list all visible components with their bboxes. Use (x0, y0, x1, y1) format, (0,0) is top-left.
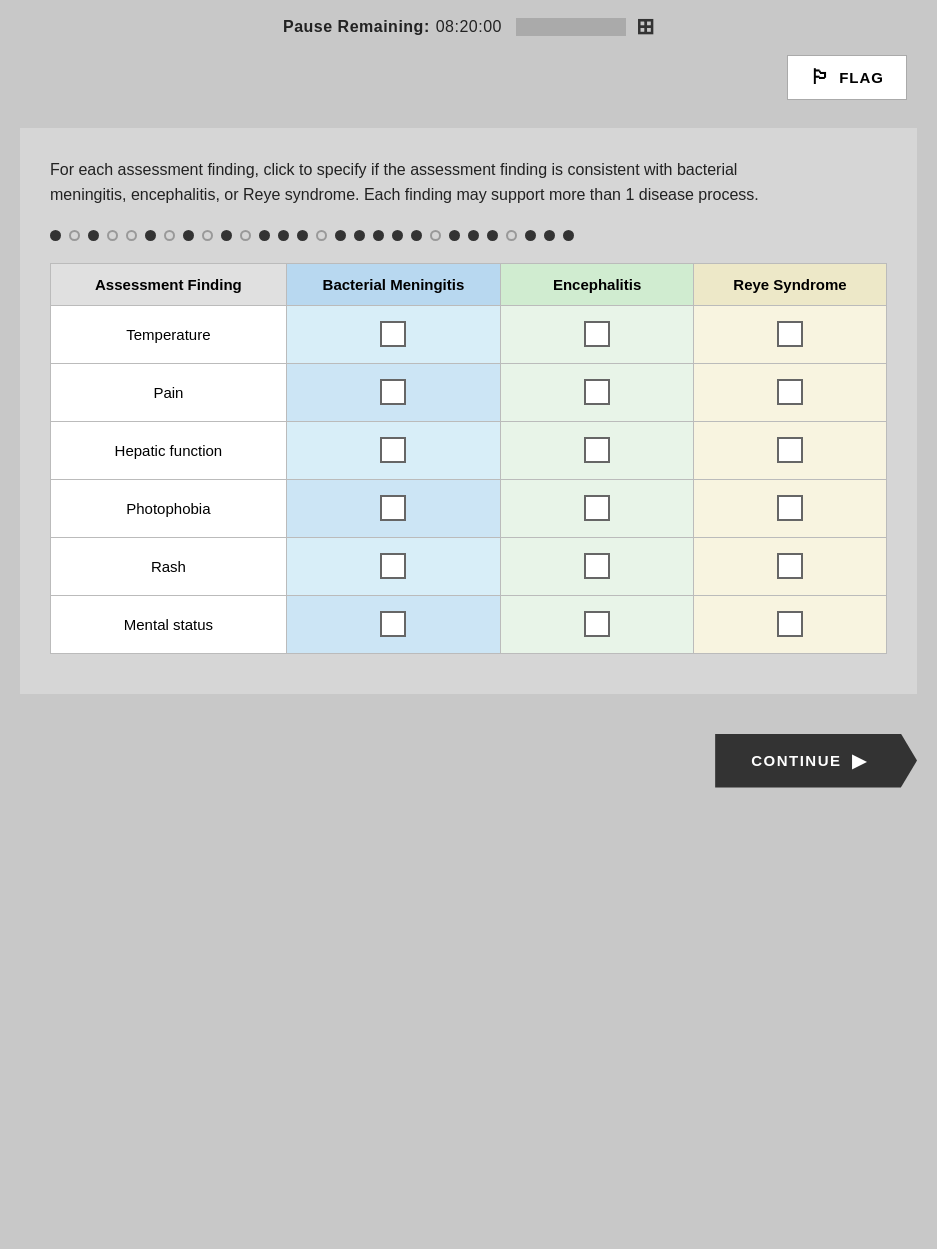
progress-dot-17 (373, 230, 384, 241)
continue-area: CONTINUE ▶ (20, 734, 917, 788)
progress-dot-19 (411, 230, 422, 241)
finding-cell-1: Pain (51, 363, 287, 421)
matrix-table: Assessment Finding Bacterial Meningitis … (50, 263, 887, 654)
top-bar: Pause Remaining: 08:20:00 ⊞ (0, 0, 937, 48)
progress-dot-8 (202, 230, 213, 241)
table-row: Pain (51, 363, 887, 421)
progress-dot-20 (430, 230, 441, 241)
progress-dot-6 (164, 230, 175, 241)
table-row: Hepatic function (51, 421, 887, 479)
bacterial-cell-4 (286, 537, 500, 595)
progress-dot-1 (69, 230, 80, 241)
finding-cell-4: Rash (51, 537, 287, 595)
pause-label: Pause Remaining: (283, 18, 430, 36)
table-header-row: Assessment Finding Bacterial Meningitis … (51, 263, 887, 305)
bacterial-checkbox-1[interactable] (380, 379, 406, 405)
progress-dot-15 (335, 230, 346, 241)
bacterial-checkbox-2[interactable] (380, 437, 406, 463)
flag-icon: 🏳 (810, 66, 831, 89)
progress-dot-10 (240, 230, 251, 241)
col-header-finding: Assessment Finding (51, 263, 287, 305)
progress-dot-14 (316, 230, 327, 241)
bacterial-checkbox-4[interactable] (380, 553, 406, 579)
finding-cell-2: Hepatic function (51, 421, 287, 479)
table-row: Mental status (51, 595, 887, 653)
progress-dot-9 (221, 230, 232, 241)
progress-dot-5 (145, 230, 156, 241)
col-header-encephalitis: Encephalitis (501, 263, 694, 305)
progress-dot-16 (354, 230, 365, 241)
table-row: Photophobia (51, 479, 887, 537)
progress-dot-22 (468, 230, 479, 241)
reye-cell-0 (694, 305, 887, 363)
continue-label: CONTINUE (751, 752, 841, 769)
encephalitis-cell-3 (501, 479, 694, 537)
finding-cell-5: Mental status (51, 595, 287, 653)
col-header-reye: Reye Syndrome (694, 263, 887, 305)
reye-checkbox-3[interactable] (777, 495, 803, 521)
bacterial-cell-0 (286, 305, 500, 363)
progress-dot-2 (88, 230, 99, 241)
bacterial-cell-1 (286, 363, 500, 421)
progress-dot-3 (107, 230, 118, 241)
reye-checkbox-4[interactable] (777, 553, 803, 579)
reye-checkbox-1[interactable] (777, 379, 803, 405)
dots-row (50, 230, 887, 241)
reye-cell-3 (694, 479, 887, 537)
progress-dot-12 (278, 230, 289, 241)
progress-dot-25 (525, 230, 536, 241)
bacterial-cell-5 (286, 595, 500, 653)
progress-dot-24 (506, 230, 517, 241)
reye-cell-5 (694, 595, 887, 653)
progress-dot-13 (297, 230, 308, 241)
reye-checkbox-2[interactable] (777, 437, 803, 463)
flag-label: FLAG (839, 69, 884, 86)
encephalitis-checkbox-0[interactable] (584, 321, 610, 347)
reye-checkbox-5[interactable] (777, 611, 803, 637)
encephalitis-cell-4 (501, 537, 694, 595)
reye-cell-4 (694, 537, 887, 595)
encephalitis-cell-0 (501, 305, 694, 363)
bacterial-checkbox-0[interactable] (380, 321, 406, 347)
reye-cell-2 (694, 421, 887, 479)
progress-dot-23 (487, 230, 498, 241)
bacterial-checkbox-5[interactable] (380, 611, 406, 637)
grid-icon: ⊞ (636, 14, 654, 40)
progress-dot-0 (50, 230, 61, 241)
progress-dot-4 (126, 230, 137, 241)
progress-dot-7 (183, 230, 194, 241)
encephalitis-cell-2 (501, 421, 694, 479)
col-header-bacterial: Bacterial Meningitis (286, 263, 500, 305)
continue-button[interactable]: CONTINUE ▶ (715, 734, 917, 788)
progress-dot-26 (544, 230, 555, 241)
bacterial-checkbox-3[interactable] (380, 495, 406, 521)
bacterial-cell-3 (286, 479, 500, 537)
finding-cell-0: Temperature (51, 305, 287, 363)
progress-dot-11 (259, 230, 270, 241)
flag-button[interactable]: 🏳 FLAG (787, 55, 907, 100)
encephalitis-checkbox-1[interactable] (584, 379, 610, 405)
instruction-text: For each assessment finding, click to sp… (50, 158, 810, 208)
encephalitis-cell-5 (501, 595, 694, 653)
main-content: For each assessment finding, click to sp… (20, 128, 917, 694)
table-row: Rash (51, 537, 887, 595)
pause-time: 08:20:00 (436, 18, 502, 36)
timer-progress-bar (516, 18, 626, 36)
encephalitis-cell-1 (501, 363, 694, 421)
progress-dot-18 (392, 230, 403, 241)
encephalitis-checkbox-5[interactable] (584, 611, 610, 637)
reye-cell-1 (694, 363, 887, 421)
encephalitis-checkbox-3[interactable] (584, 495, 610, 521)
progress-dot-27 (563, 230, 574, 241)
table-row: Temperature (51, 305, 887, 363)
progress-dot-21 (449, 230, 460, 241)
bacterial-cell-2 (286, 421, 500, 479)
arrow-icon: ▶ (852, 750, 868, 772)
encephalitis-checkbox-4[interactable] (584, 553, 610, 579)
finding-cell-3: Photophobia (51, 479, 287, 537)
encephalitis-checkbox-2[interactable] (584, 437, 610, 463)
reye-checkbox-0[interactable] (777, 321, 803, 347)
flag-btn-container: 🏳 FLAG (787, 55, 907, 100)
